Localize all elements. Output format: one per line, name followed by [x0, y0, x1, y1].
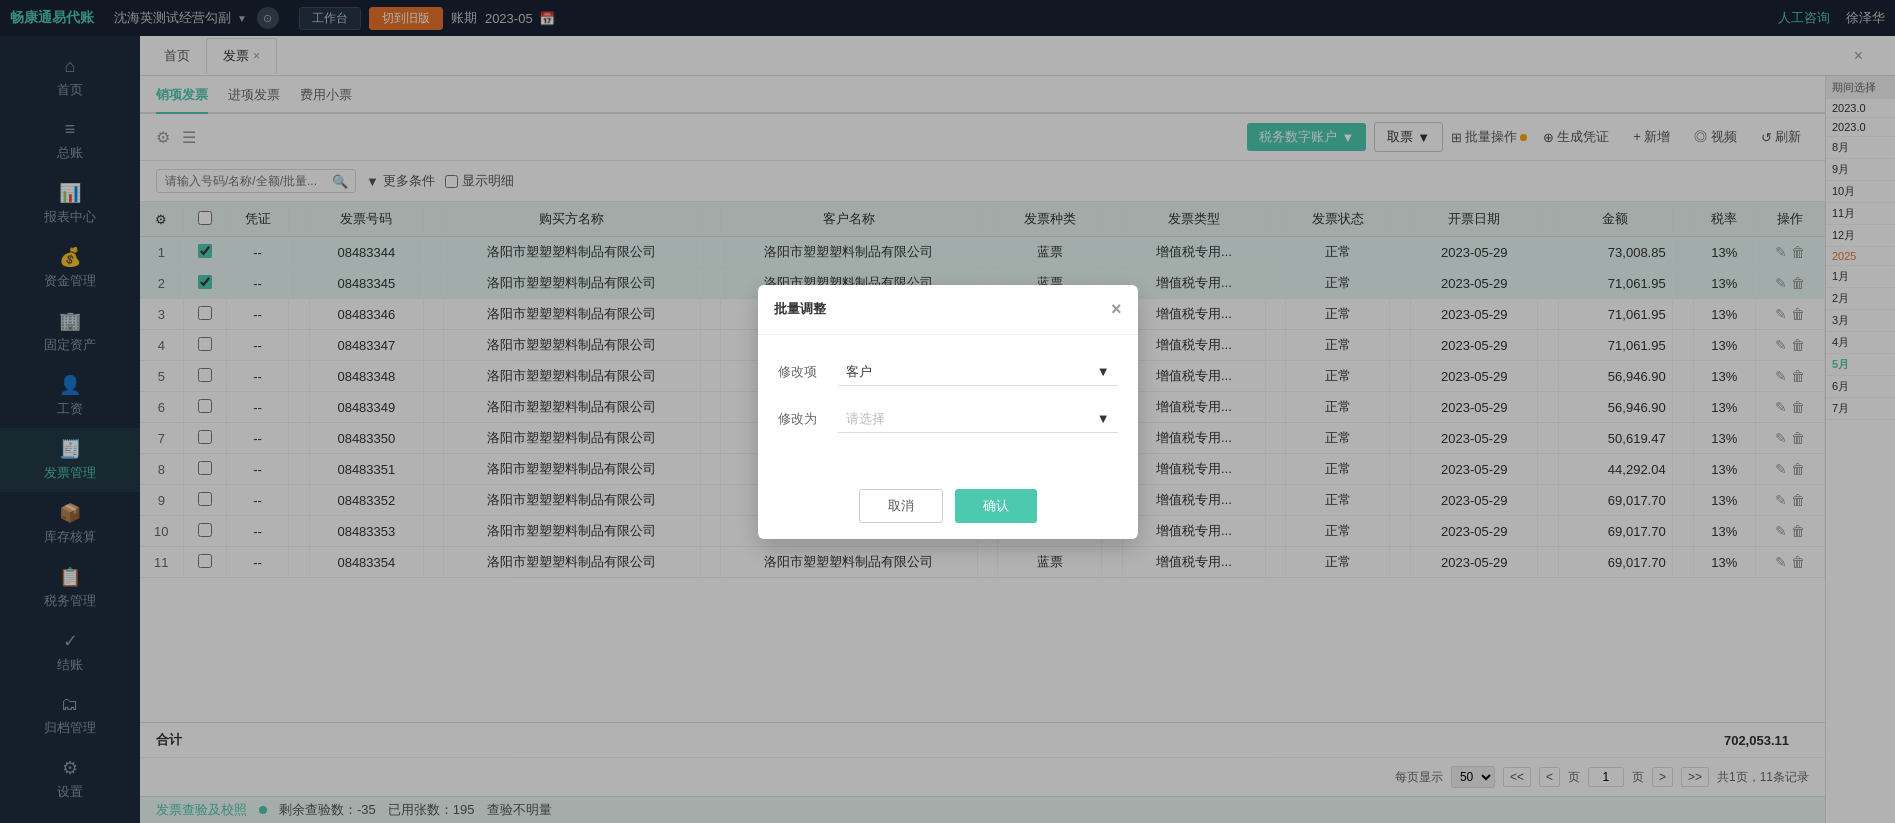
cancel-button[interactable]: 取消 [859, 489, 943, 523]
confirm-button[interactable]: 确认 [955, 489, 1037, 523]
modal-footer: 取消 确认 [758, 477, 1138, 539]
modify-to-label: 修改为 [778, 410, 838, 428]
modify-to-select[interactable]: 请选择 ▼ [838, 406, 1118, 433]
modify-to-chevron: ▼ [1097, 411, 1110, 426]
modify-field-value: 客户 [846, 363, 872, 381]
modify-field-label: 修改项 [778, 363, 838, 381]
modal-header: 批量调整 × [758, 285, 1138, 335]
modify-to-placeholder: 请选择 [846, 410, 885, 428]
modify-to-row: 修改为 请选择 ▼ [778, 406, 1118, 433]
modify-field-chevron: ▼ [1097, 364, 1110, 379]
modal-close-button[interactable]: × [1111, 299, 1122, 320]
modify-field-row: 修改项 客户 ▼ [778, 359, 1118, 386]
batch-adjust-modal: 批量调整 × 修改项 客户 ▼ 修改为 请选择 ▼ 取消 确认 [758, 285, 1138, 539]
modal-overlay: 批量调整 × 修改项 客户 ▼ 修改为 请选择 ▼ 取消 确认 [0, 0, 1895, 823]
modal-title: 批量调整 [774, 300, 826, 318]
modal-body: 修改项 客户 ▼ 修改为 请选择 ▼ [758, 335, 1138, 477]
modify-field-select[interactable]: 客户 ▼ [838, 359, 1118, 386]
